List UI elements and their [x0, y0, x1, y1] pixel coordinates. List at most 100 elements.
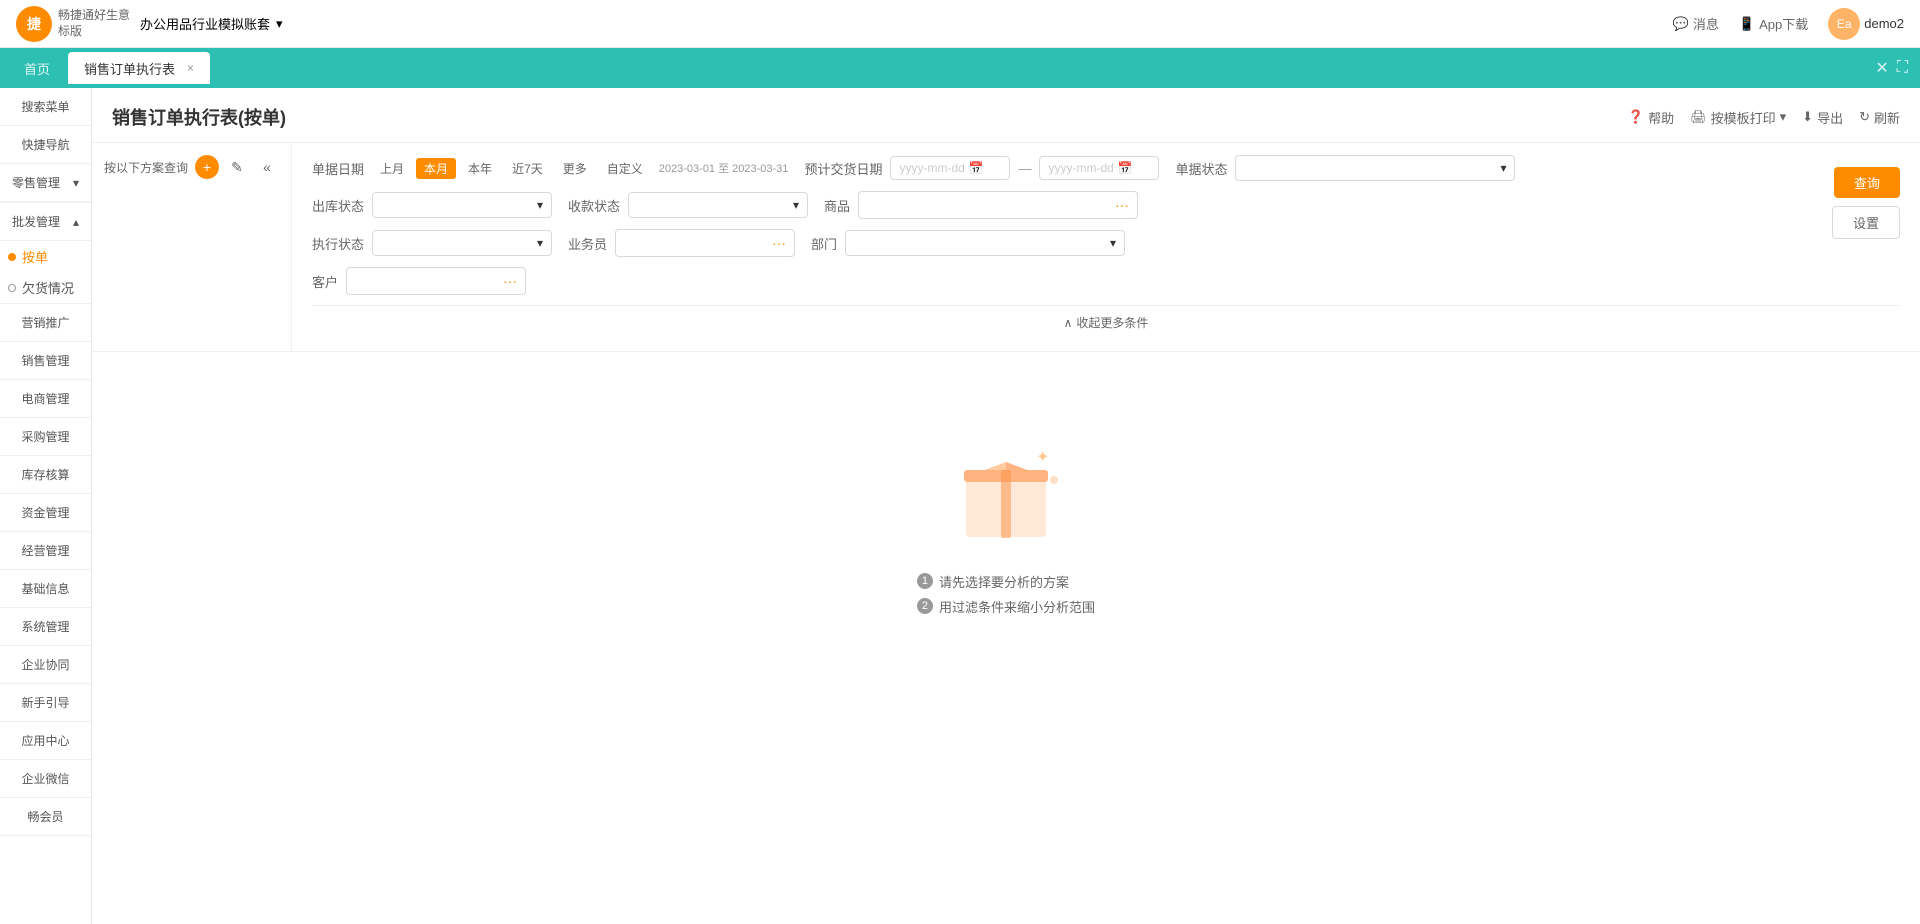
department-select[interactable]: ▾ — [845, 230, 1125, 256]
date-tab-7days[interactable]: 近7天 — [504, 158, 551, 179]
sidebar-search[interactable]: 搜索菜单 — [0, 88, 91, 126]
tab-bar: 首页 销售订单执行表 × ✕ ⛶ — [0, 48, 1920, 88]
stock-status-select[interactable]: ▾ — [372, 192, 552, 218]
filter-date-item: 单据日期 上月 本月 本年 近7天 更多 自定义 — [312, 158, 788, 179]
status-label: 单据状态 — [1175, 159, 1227, 178]
sidebar-item-wholesale[interactable]: 批发管理 ▴ — [0, 203, 91, 241]
filter-expected-date-item: 预计交货日期 yyyy-mm-dd 📅 — yyyy-mm-dd 📅 — [804, 156, 1159, 180]
circle-icon — [8, 284, 16, 292]
filter-row-4: 客户 ··· — [312, 267, 1832, 295]
stock-arrow-icon: ▾ — [537, 198, 543, 212]
window-expand-icon[interactable]: ⛶ — [1897, 59, 1908, 77]
payment-status-select[interactable]: ▾ — [628, 192, 808, 218]
collapse-more-conditions[interactable]: ∧ 收起更多条件 — [312, 305, 1900, 339]
filter-customer-item: 客户 ··· — [312, 267, 526, 295]
tab-home[interactable]: 首页 — [8, 52, 66, 84]
filter-row-3: 执行状态 ▾ 业务员 ··· — [312, 229, 1832, 257]
user-profile[interactable]: Ea demo2 — [1828, 8, 1904, 40]
top-header: 捷 畅捷通好生意 标版 办公用品行业模拟账套 ▾ 💬 消息 📱 App下载 Ea… — [0, 0, 1920, 48]
stock-status-label: 出库状态 — [312, 196, 364, 215]
sidebar-item-wechat[interactable]: 企业微信 — [0, 760, 91, 798]
salesperson-label: 业务员 — [568, 234, 607, 253]
sidebar-item-member[interactable]: 畅会员 — [0, 798, 91, 836]
expected-date-start-input[interactable]: yyyy-mm-dd 📅 — [890, 156, 1010, 180]
sidebar-item-basic-info[interactable]: 基础信息 — [0, 570, 91, 608]
header-left: 捷 畅捷通好生意 标版 办公用品行业模拟账套 ▾ — [16, 6, 283, 42]
tab-close-icon[interactable]: × — [187, 61, 194, 75]
goods-label: 商品 — [824, 196, 850, 215]
window-close-icon[interactable]: ✕ — [1875, 58, 1888, 78]
collapse-up-icon: ∧ — [1064, 316, 1073, 330]
execute-status-select[interactable]: ▾ — [372, 230, 552, 256]
sidebar-sub-item-shortage[interactable]: 欠货情况 — [0, 272, 91, 303]
settings-button[interactable]: 设置 — [1832, 206, 1900, 239]
export-button[interactable]: ⬇ 导出 — [1802, 108, 1843, 127]
refresh-button[interactable]: ↻ 刷新 — [1859, 108, 1900, 127]
date-range-display: 2023-03-01 至 2023-03-31 — [659, 160, 789, 176]
active-dot — [8, 253, 16, 261]
query-button[interactable]: 查询 — [1834, 167, 1900, 198]
action-buttons: 查询 设置 — [1832, 155, 1900, 251]
breadcrumb-text: 办公用品行业模拟账套 — [140, 14, 270, 33]
sidebar-sub-item-by-order[interactable]: 按单 — [0, 241, 91, 272]
sidebar-item-ecommerce[interactable]: 电商管理 — [0, 380, 91, 418]
filter-scheme-title: 按以下方案查询 + ✎ « — [104, 155, 279, 179]
filter-payment-status-item: 收款状态 ▾ — [568, 192, 808, 218]
template-print-button[interactable]: 🖨 按模板打印 ▾ — [1690, 108, 1786, 127]
filter-salesperson-item: 业务员 ··· — [568, 229, 795, 257]
sidebar-section-retail: 零售管理 ▾ — [0, 164, 91, 203]
customer-select[interactable]: ··· — [346, 267, 526, 295]
page-header-actions: ❓ 帮助 🖨 按模板打印 ▾ ⬇ 导出 ↻ 刷新 — [1628, 108, 1900, 127]
date-tab-more[interactable]: 更多 — [555, 158, 595, 179]
sidebar-item-enterprise[interactable]: 企业协同 — [0, 646, 91, 684]
filter-goods-item: 商品 ··· — [824, 191, 1138, 219]
filter-execute-status-item: 执行状态 ▾ — [312, 230, 552, 256]
message-button[interactable]: 💬 消息 — [1673, 14, 1719, 33]
sidebar-quick-nav[interactable]: 快捷导航 — [0, 126, 91, 164]
help-button[interactable]: ❓ 帮助 — [1628, 108, 1674, 127]
sidebar-item-sales[interactable]: 销售管理 — [0, 342, 91, 380]
collapse-scheme-button[interactable]: « — [255, 155, 279, 179]
sidebar-item-app-center[interactable]: 应用中心 — [0, 722, 91, 760]
empty-tips: 1 请先选择要分析的方案 2 用过滤条件来缩小分析范围 — [917, 572, 1095, 622]
date-tab-this-year[interactable]: 本年 — [460, 158, 500, 179]
app-download-button[interactable]: 📱 App下载 — [1739, 14, 1808, 33]
sidebar-item-finance[interactable]: 资金管理 — [0, 494, 91, 532]
filter-row-1: 单据日期 上月 本月 本年 近7天 更多 自定义 — [312, 155, 1832, 181]
date-tab-last-month[interactable]: 上月 — [372, 158, 412, 179]
department-label: 部门 — [811, 234, 837, 253]
content-area: 销售订单执行表(按单) ❓ 帮助 🖨 按模板打印 ▾ ⬇ 导出 — [92, 88, 1920, 924]
status-arrow-icon: ▾ — [1500, 161, 1506, 175]
customer-dots-icon[interactable]: ··· — [503, 273, 517, 289]
main-layout: 搜索菜单 快捷导航 零售管理 ▾ 批发管理 ▴ 按单 欠货情况 营 — [0, 88, 1920, 924]
add-scheme-button[interactable]: + — [195, 155, 219, 179]
status-select[interactable]: ▾ — [1235, 155, 1515, 181]
expected-date-end-input[interactable]: yyyy-mm-dd 📅 — [1039, 156, 1159, 180]
message-icon: 💬 — [1673, 16, 1689, 32]
tip-number-2: 2 — [917, 598, 933, 614]
page-header: 销售订单执行表(按单) ❓ 帮助 🖨 按模板打印 ▾ ⬇ 导出 — [92, 88, 1920, 143]
empty-tip-2: 2 用过滤条件来缩小分析范围 — [917, 597, 1095, 616]
salesperson-dots-icon[interactable]: ··· — [772, 235, 786, 251]
print-icon: 🖨 — [1690, 109, 1707, 125]
sidebar-item-procurement[interactable]: 采购管理 — [0, 418, 91, 456]
edit-scheme-button[interactable]: ✎ — [225, 155, 249, 179]
filter-stock-status-item: 出库状态 ▾ — [312, 192, 552, 218]
sidebar-item-marketing[interactable]: 营销推广 — [0, 304, 91, 342]
tab-sales-order[interactable]: 销售订单执行表 × — [68, 52, 210, 84]
calendar-icon: 📅 — [969, 161, 984, 175]
sidebar-item-system[interactable]: 系统管理 — [0, 608, 91, 646]
refresh-icon: ↻ — [1859, 109, 1870, 125]
sidebar-item-operations[interactable]: 经营管理 — [0, 532, 91, 570]
sidebar-item-inventory[interactable]: 库存核算 — [0, 456, 91, 494]
goods-select[interactable]: ··· — [858, 191, 1138, 219]
logo-area: 捷 畅捷通好生意 标版 — [16, 6, 130, 42]
salesperson-select[interactable]: ··· — [615, 229, 795, 257]
date-tab-this-month[interactable]: 本月 — [416, 158, 456, 179]
breadcrumb[interactable]: 办公用品行业模拟账套 ▾ — [140, 14, 283, 33]
filter-controls: 单据日期 上月 本月 本年 近7天 更多 自定义 — [292, 143, 1920, 351]
goods-dots-icon[interactable]: ··· — [1115, 197, 1129, 213]
date-tab-custom[interactable]: 自定义 — [599, 158, 651, 179]
sidebar-item-guide[interactable]: 新手引导 — [0, 684, 91, 722]
sidebar-item-retail[interactable]: 零售管理 ▾ — [0, 164, 91, 202]
